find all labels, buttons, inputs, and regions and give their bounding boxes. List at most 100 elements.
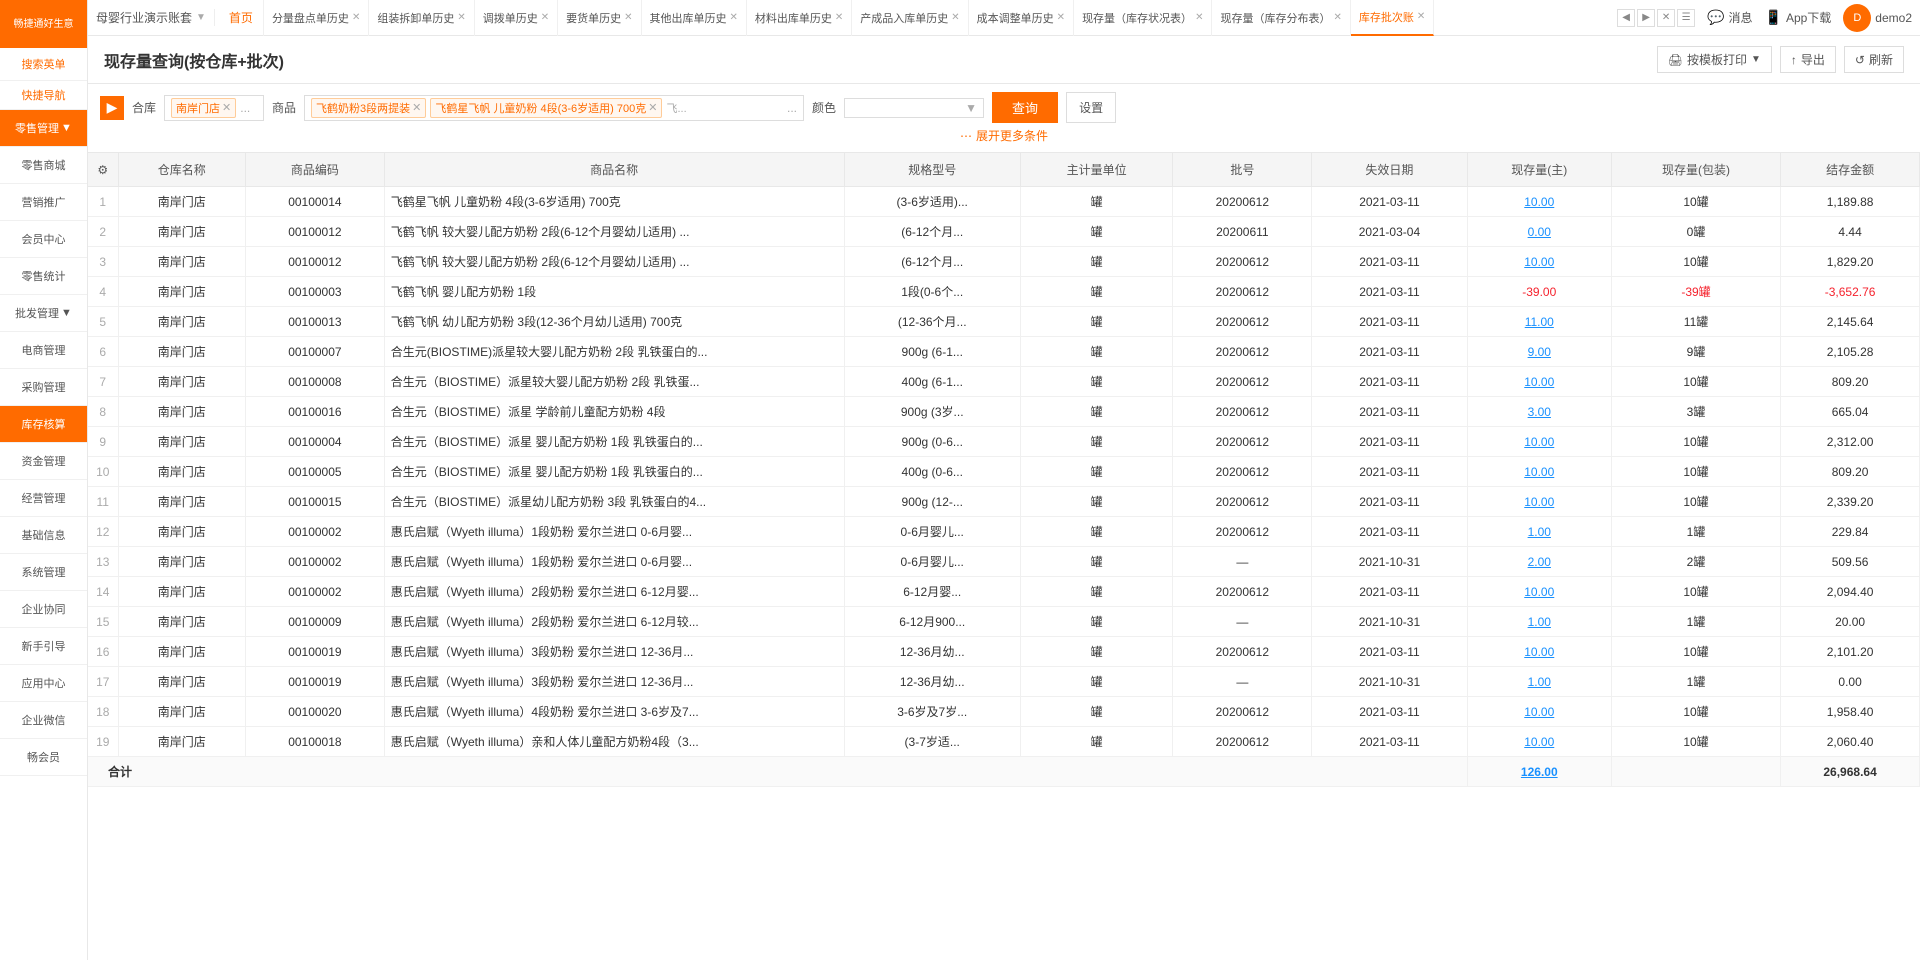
tab-close-11[interactable]: ✕ bbox=[1417, 11, 1425, 22]
user-profile[interactable]: D demo2 bbox=[1843, 4, 1912, 32]
tab-close-3[interactable]: ✕ bbox=[541, 12, 549, 23]
product-tag-2-close[interactable]: ✕ bbox=[648, 101, 657, 114]
cell-qty-main[interactable]: 10.00 bbox=[1467, 427, 1611, 457]
cell-unit: 罐 bbox=[1020, 427, 1173, 457]
sidebar-item-inventory[interactable]: 库存核算 bbox=[0, 406, 87, 443]
sidebar-search[interactable]: 搜索英单 bbox=[0, 48, 87, 81]
cell-qty-main[interactable]: 10.00 bbox=[1467, 577, 1611, 607]
product-tag-1-close[interactable]: ✕ bbox=[412, 101, 421, 114]
tab-close-5[interactable]: ✕ bbox=[730, 12, 738, 23]
product-filter-box[interactable]: 飞鹤奶粉3段两提装 ✕ 飞鹤星飞帆 儿童奶粉 4段(3-6岁适用) 700克 ✕… bbox=[304, 95, 804, 121]
th-code: 商品编码 bbox=[246, 153, 385, 187]
sidebar-item-member[interactable]: 会员中心 bbox=[0, 221, 87, 258]
footer-total-qty[interactable]: 126.00 bbox=[1467, 757, 1611, 787]
cell-qty-main[interactable]: 10.00 bbox=[1467, 187, 1611, 217]
cell-qty-main[interactable]: 10.00 bbox=[1467, 367, 1611, 397]
cell-expire: 2021-10-31 bbox=[1312, 547, 1467, 577]
sidebar-item-retail[interactable]: 零售管理 ▼ bbox=[0, 110, 87, 147]
export-button[interactable]: ↑ 导出 bbox=[1780, 46, 1836, 73]
cell-expire: 2021-03-04 bbox=[1312, 217, 1467, 247]
tab-close-6[interactable]: ✕ bbox=[835, 12, 843, 23]
refresh-button[interactable]: ↺ 刷新 bbox=[1844, 46, 1904, 73]
tab-close-1[interactable]: ✕ bbox=[352, 12, 360, 23]
template-print-button[interactable]: 🖨 按模板打印 ▼ bbox=[1657, 46, 1772, 73]
cell-unit: 罐 bbox=[1020, 277, 1173, 307]
sidebar-item-ecommerce[interactable]: 电商管理 bbox=[0, 332, 87, 369]
sidebar-item-purchase[interactable]: 采购管理 bbox=[0, 369, 87, 406]
sidebar-item-newguide[interactable]: 新手引导 bbox=[0, 628, 87, 665]
th-gear[interactable]: ⚙ bbox=[88, 153, 118, 187]
product-more-dots[interactable]: ... bbox=[787, 101, 797, 115]
cell-qty-main[interactable]: 1.00 bbox=[1467, 607, 1611, 637]
cell-qty-main[interactable]: 1.00 bbox=[1467, 667, 1611, 697]
cell-qty-pkg: 2罐 bbox=[1611, 547, 1780, 577]
query-button[interactable]: 查询 bbox=[992, 92, 1058, 123]
warehouse-more-dots[interactable]: ... bbox=[240, 101, 250, 115]
tab-cost-adj[interactable]: 成本调整单历史 ✕ bbox=[969, 0, 1074, 36]
tab-transfer[interactable]: 调拨单历史 ✕ bbox=[475, 0, 558, 36]
warehouse-tag-close[interactable]: ✕ bbox=[222, 101, 231, 114]
sidebar-item-appcenter[interactable]: 应用中心 bbox=[0, 665, 87, 702]
tab-requisition[interactable]: 要货单历史 ✕ bbox=[558, 0, 641, 36]
filter-toggle-button[interactable]: ▶ bbox=[100, 96, 124, 120]
sidebar-item-operations[interactable]: 经营管理 bbox=[0, 480, 87, 517]
tab-finished-in[interactable]: 产成品入库单历史 ✕ bbox=[852, 0, 968, 36]
tab-close-4[interactable]: ✕ bbox=[624, 12, 632, 23]
table-row: 14南岸门店00100002惠氏启赋（Wyeth illuma）2段奶粉 爱尔兰… bbox=[88, 577, 1920, 607]
tab-close-8[interactable]: ✕ bbox=[1057, 12, 1065, 23]
color-dropdown-icon[interactable]: ▼ bbox=[965, 101, 977, 115]
industry-selector[interactable]: 母婴行业演示账套 ▼ bbox=[96, 9, 215, 26]
tab-other-out[interactable]: 其他出库单历史 ✕ bbox=[642, 0, 747, 36]
message-button[interactable]: 💬 消息 bbox=[1707, 9, 1752, 26]
tab-close-all-button[interactable]: ✕ bbox=[1657, 9, 1675, 27]
cell-qty-main[interactable]: 0.00 bbox=[1467, 217, 1611, 247]
cell-qty-main[interactable]: 3.00 bbox=[1467, 397, 1611, 427]
expand-more-btn[interactable]: ⋯ 展开更多条件 bbox=[100, 123, 1908, 144]
cell-expire: 2021-03-11 bbox=[1312, 517, 1467, 547]
cell-qty-main[interactable]: 10.00 bbox=[1467, 697, 1611, 727]
cell-qty-main[interactable]: 10.00 bbox=[1467, 457, 1611, 487]
setting-button[interactable]: 设置 bbox=[1066, 92, 1116, 123]
tab-close-10[interactable]: ✕ bbox=[1333, 12, 1341, 23]
cell-amount: 20.00 bbox=[1781, 607, 1920, 637]
cell-qty-main[interactable]: 10.00 bbox=[1467, 727, 1611, 757]
tab-next-button[interactable]: ▶ bbox=[1637, 9, 1655, 27]
sidebar-item-wholesale[interactable]: 批发管理 ▼ bbox=[0, 295, 87, 332]
cell-qty-main[interactable]: 2.00 bbox=[1467, 547, 1611, 577]
tab-prev-button[interactable]: ◀ bbox=[1617, 9, 1635, 27]
tab-batch-ledger[interactable]: 库存批次账 ✕ bbox=[1351, 0, 1434, 36]
tab-close-2[interactable]: ✕ bbox=[457, 12, 465, 23]
tab-material-out[interactable]: 材料出库单历史 ✕ bbox=[747, 0, 852, 36]
tab-close-9[interactable]: ✕ bbox=[1195, 12, 1203, 23]
sidebar-item-system[interactable]: 系统管理 bbox=[0, 554, 87, 591]
table-row: 15南岸门店00100009惠氏启赋（Wyeth illuma）2段奶粉 爱尔兰… bbox=[88, 607, 1920, 637]
sidebar-item-membership[interactable]: 畅会员 bbox=[0, 739, 87, 776]
cell-qty-main[interactable]: 10.00 bbox=[1467, 637, 1611, 667]
sidebar-item-wechat[interactable]: 企业微信 bbox=[0, 702, 87, 739]
cell-qty-main[interactable]: 10.00 bbox=[1467, 247, 1611, 277]
color-filter-box[interactable]: ▼ bbox=[844, 98, 984, 118]
warehouse-filter-box[interactable]: 南岸门店 ✕ ... bbox=[164, 95, 264, 121]
sidebar-quicknav[interactable]: 快捷导航 bbox=[0, 81, 87, 110]
cell-qty-pkg: 10罐 bbox=[1611, 187, 1780, 217]
app-download-button[interactable]: 📱 App下载 bbox=[1765, 9, 1832, 26]
sidebar-item-retail-mall[interactable]: 零售商城 bbox=[0, 147, 87, 184]
sidebar-item-enterprise[interactable]: 企业协同 bbox=[0, 591, 87, 628]
cell-qty-pkg: 3罐 bbox=[1611, 397, 1780, 427]
tab-stock-dist[interactable]: 现存量（库存分布表） ✕ bbox=[1212, 0, 1350, 36]
sidebar-item-marketing[interactable]: 营销推广 bbox=[0, 184, 87, 221]
tab-stock-status[interactable]: 现存量（库存状况表） ✕ bbox=[1074, 0, 1212, 36]
tab-close-7[interactable]: ✕ bbox=[951, 12, 959, 23]
cell-batch: 20200612 bbox=[1173, 427, 1312, 457]
tab-home[interactable]: 首页 bbox=[219, 0, 264, 36]
cell-qty-main[interactable]: 11.00 bbox=[1467, 307, 1611, 337]
cell-qty-main[interactable]: 9.00 bbox=[1467, 337, 1611, 367]
tab-menu-button[interactable]: ☰ bbox=[1677, 9, 1695, 27]
cell-qty-main[interactable]: 1.00 bbox=[1467, 517, 1611, 547]
tab-inventory-check[interactable]: 分量盘点单历史 ✕ bbox=[264, 0, 369, 36]
sidebar-item-basic[interactable]: 基础信息 bbox=[0, 517, 87, 554]
sidebar-item-finance[interactable]: 资金管理 bbox=[0, 443, 87, 480]
tab-assembly[interactable]: 组装拆卸单历史 ✕ bbox=[369, 0, 474, 36]
sidebar-item-retail-stats[interactable]: 零售统计 bbox=[0, 258, 87, 295]
cell-qty-main[interactable]: 10.00 bbox=[1467, 487, 1611, 517]
